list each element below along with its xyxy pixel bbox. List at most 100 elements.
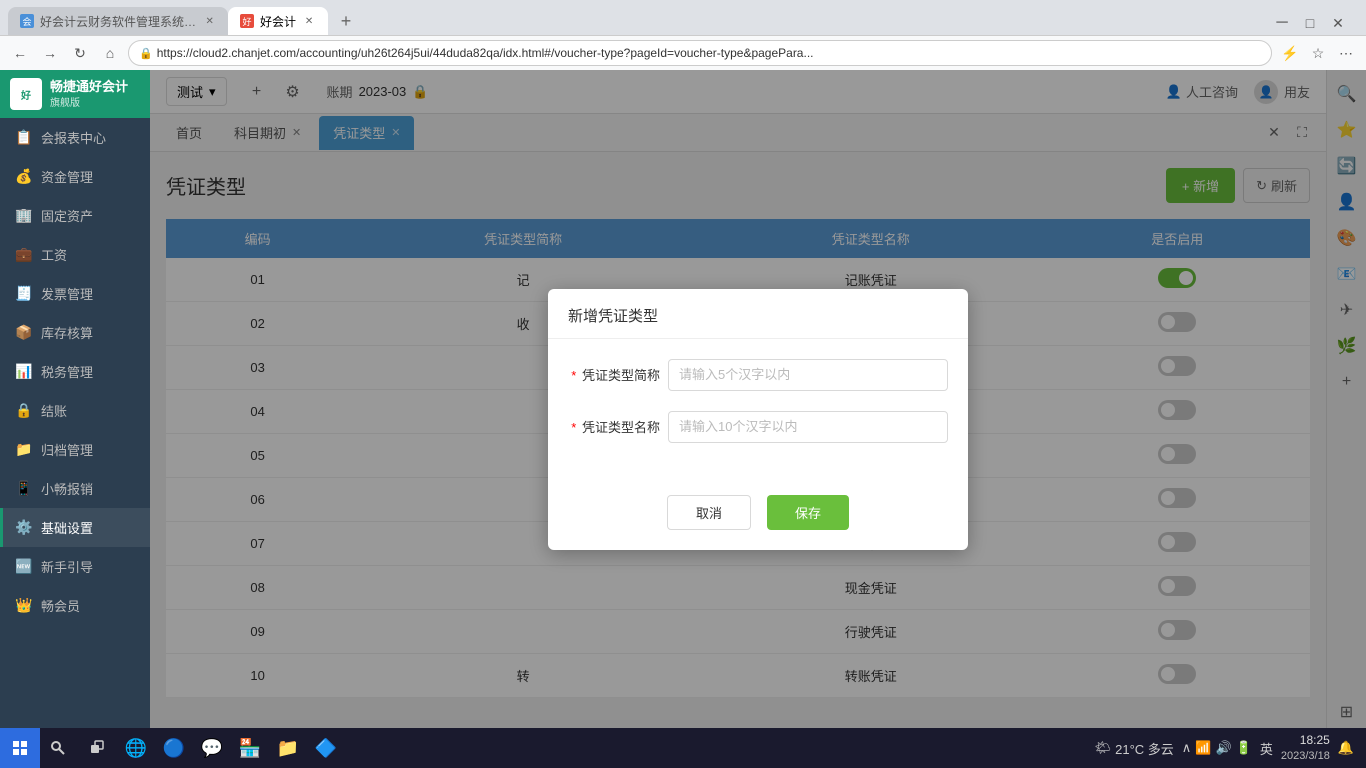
required-mark-2: * bbox=[571, 420, 576, 435]
expense-icon: 📱 bbox=[15, 480, 33, 497]
url-bar[interactable]: 🔒 https://cloud2.chanjet.com/accounting/… bbox=[128, 40, 1272, 66]
sidebar-item-reports-label: 会报表中心 bbox=[41, 128, 106, 147]
tax-icon: 📊 bbox=[15, 363, 33, 380]
weather-temp: 21°C 多云 bbox=[1115, 739, 1174, 758]
back-button[interactable]: ← bbox=[8, 41, 32, 65]
sidebar-item-tax[interactable]: 📊 税务管理 bbox=[0, 352, 150, 391]
taskbar-search-button[interactable] bbox=[40, 730, 76, 766]
sidebar-item-inventory-label: 库存核算 bbox=[41, 323, 93, 342]
taskbar-explorer-icon[interactable]: 📁 bbox=[270, 730, 306, 766]
taskbar-wechat-icon[interactable]: 💬 bbox=[194, 730, 230, 766]
close-button[interactable]: ✕ bbox=[1326, 11, 1350, 35]
settings-icon[interactable]: ⋯ bbox=[1334, 41, 1358, 65]
home-button[interactable]: ⌂ bbox=[98, 41, 122, 65]
sidebar-item-expense-label: 小畅报销 bbox=[41, 479, 93, 498]
settings-nav-icon: ⚙️ bbox=[15, 519, 33, 536]
reports-icon: 📋 bbox=[15, 129, 33, 146]
short-label: * 凭证类型简称 bbox=[568, 365, 668, 384]
sidebar-item-tax-label: 税务管理 bbox=[41, 362, 93, 381]
sidebar-item-salary-label: 工资 bbox=[41, 245, 67, 264]
logo-text-area: 畅捷通好会计 旗舰版 bbox=[50, 79, 128, 110]
extensions-icon[interactable]: ⚡ bbox=[1278, 41, 1302, 65]
sidebar-item-invoice[interactable]: 🧾 发票管理 bbox=[0, 274, 150, 313]
sidebar-item-reports[interactable]: 📋 会报表中心 bbox=[0, 118, 150, 157]
tab1-favicon: 会 bbox=[20, 14, 34, 28]
sidebar-item-invoice-label: 发票管理 bbox=[41, 284, 93, 303]
sidebar-logo[interactable]: 好 畅捷通好会计 旗舰版 bbox=[0, 70, 150, 118]
start-button[interactable] bbox=[0, 728, 40, 768]
notification-icon[interactable]: 🔔 bbox=[1338, 740, 1354, 756]
maximize-button[interactable]: □ bbox=[1298, 11, 1322, 35]
address-bar: ← → ↻ ⌂ 🔒 https://cloud2.chanjet.com/acc… bbox=[0, 35, 1366, 70]
weather-icon[interactable]: 🌤 bbox=[1095, 740, 1112, 756]
dialog-body: * 凭证类型简称 * 凭证类型名称 bbox=[548, 339, 968, 483]
short-input[interactable] bbox=[668, 359, 948, 391]
sidebar-item-member-label: 畅会员 bbox=[41, 596, 80, 615]
dialog-header: 新增凭证类型 bbox=[548, 289, 968, 339]
sidebar-item-salary[interactable]: 💼 工资 bbox=[0, 235, 150, 274]
taskbar-app-icons: 🌐 🔵 💬 🏪 📁 🔷 bbox=[76, 730, 348, 766]
save-button[interactable]: 保存 bbox=[767, 495, 849, 530]
taskbar-edge-icon[interactable]: 🌐 bbox=[118, 730, 154, 766]
sidebar-item-expense[interactable]: 📱 小畅报销 bbox=[0, 469, 150, 508]
logo-title: 畅捷通好会计 bbox=[50, 79, 128, 95]
clock-date: 2023/3/18 bbox=[1281, 749, 1330, 764]
member-icon: 👑 bbox=[15, 597, 33, 614]
browser-tab-2[interactable]: 好 好会计 ✕ bbox=[228, 7, 328, 35]
forward-button[interactable]: → bbox=[38, 41, 62, 65]
sidebar-item-member[interactable]: 👑 畅会员 bbox=[0, 586, 150, 625]
sys-icons: 🌤 21°C 多云 bbox=[1095, 739, 1174, 758]
network-icon[interactable]: 📶 bbox=[1195, 740, 1211, 756]
chevron-icon[interactable]: ∧ bbox=[1182, 740, 1192, 756]
taskbar-right: 🌤 21°C 多云 ∧ 📶 🔊 🔋 英 18:25 2023/3/18 🔔 bbox=[1095, 732, 1366, 764]
taskbar-multitask-icon[interactable] bbox=[80, 730, 116, 766]
inventory-icon: 📦 bbox=[15, 324, 33, 341]
form-row-short: * 凭证类型简称 bbox=[568, 359, 948, 391]
guide-icon: 🆕 bbox=[15, 558, 33, 575]
taskbar-chrome-icon[interactable]: 🔵 bbox=[156, 730, 192, 766]
sidebar: 好 畅捷通好会计 旗舰版 📋 会报表中心 💰 资金管理 🏢 固定资产 💼 工资 bbox=[0, 70, 150, 768]
sidebar-item-guide[interactable]: 🆕 新手引导 bbox=[0, 547, 150, 586]
tab1-close-icon[interactable]: ✕ bbox=[203, 14, 216, 28]
minimize-button[interactable]: ─ bbox=[1270, 11, 1294, 35]
sidebar-item-guide-label: 新手引导 bbox=[41, 557, 93, 576]
invoice-icon: 🧾 bbox=[15, 285, 33, 302]
sidebar-item-settings-label: 基础设置 bbox=[41, 518, 93, 537]
sidebar-item-assets[interactable]: 🏢 固定资产 bbox=[0, 196, 150, 235]
checkout-icon: 🔒 bbox=[15, 402, 33, 419]
clock: 18:25 2023/3/18 bbox=[1281, 732, 1330, 764]
sidebar-item-funds[interactable]: 💰 资金管理 bbox=[0, 157, 150, 196]
cancel-button[interactable]: 取消 bbox=[667, 495, 751, 530]
tab2-close-icon[interactable]: ✕ bbox=[302, 14, 316, 28]
sidebar-item-checkout[interactable]: 🔒 结账 bbox=[0, 391, 150, 430]
browser-toolbar: ⚡ ☆ ⋯ bbox=[1278, 41, 1358, 65]
reload-button[interactable]: ↻ bbox=[68, 41, 92, 65]
form-row-name: * 凭证类型名称 bbox=[568, 411, 948, 443]
sidebar-item-settings[interactable]: ⚙️ 基础设置 bbox=[0, 508, 150, 547]
sidebar-item-archive-label: 归档管理 bbox=[41, 440, 93, 459]
dialog-overlay: 新增凭证类型 * 凭证类型简称 * 凭证类型名称 取消 保存 bbox=[150, 70, 1366, 768]
dialog-footer: 取消 保存 bbox=[548, 483, 968, 550]
new-tab-button[interactable]: + bbox=[332, 7, 360, 35]
name-input[interactable] bbox=[668, 411, 948, 443]
browser-tab-1[interactable]: 会 好会计云财务软件管理系统_会计 ✕ bbox=[8, 7, 228, 35]
taskbar-msedge-icon[interactable]: 🔷 bbox=[308, 730, 344, 766]
clock-time: 18:25 bbox=[1281, 732, 1330, 749]
add-voucher-dialog: 新增凭证类型 * 凭证类型简称 * 凭证类型名称 取消 保存 bbox=[548, 289, 968, 550]
tab2-label: 好会计 bbox=[260, 13, 296, 30]
favorites-icon[interactable]: ☆ bbox=[1306, 41, 1330, 65]
browser-chrome: 会 好会计云财务软件管理系统_会计 ✕ 好 好会计 ✕ + ─ □ ✕ ← → … bbox=[0, 0, 1366, 70]
required-mark-1: * bbox=[571, 368, 576, 383]
taskbar-store-icon[interactable]: 🏪 bbox=[232, 730, 268, 766]
sidebar-item-checkout-label: 结账 bbox=[41, 401, 67, 420]
assets-icon: 🏢 bbox=[15, 207, 33, 224]
network-icons: ∧ 📶 🔊 🔋 bbox=[1182, 740, 1252, 756]
battery-icon[interactable]: 🔋 bbox=[1236, 740, 1252, 756]
sidebar-item-inventory[interactable]: 📦 库存核算 bbox=[0, 313, 150, 352]
name-label: * 凭证类型名称 bbox=[568, 417, 668, 436]
tab-bar: 会 好会计云财务软件管理系统_会计 ✕ 好 好会计 ✕ + ─ □ ✕ bbox=[0, 0, 1366, 35]
salary-icon: 💼 bbox=[15, 246, 33, 263]
tab1-label: 好会计云财务软件管理系统_会计 bbox=[40, 13, 197, 30]
sound-icon[interactable]: 🔊 bbox=[1215, 740, 1231, 756]
sidebar-item-archive[interactable]: 📁 归档管理 bbox=[0, 430, 150, 469]
